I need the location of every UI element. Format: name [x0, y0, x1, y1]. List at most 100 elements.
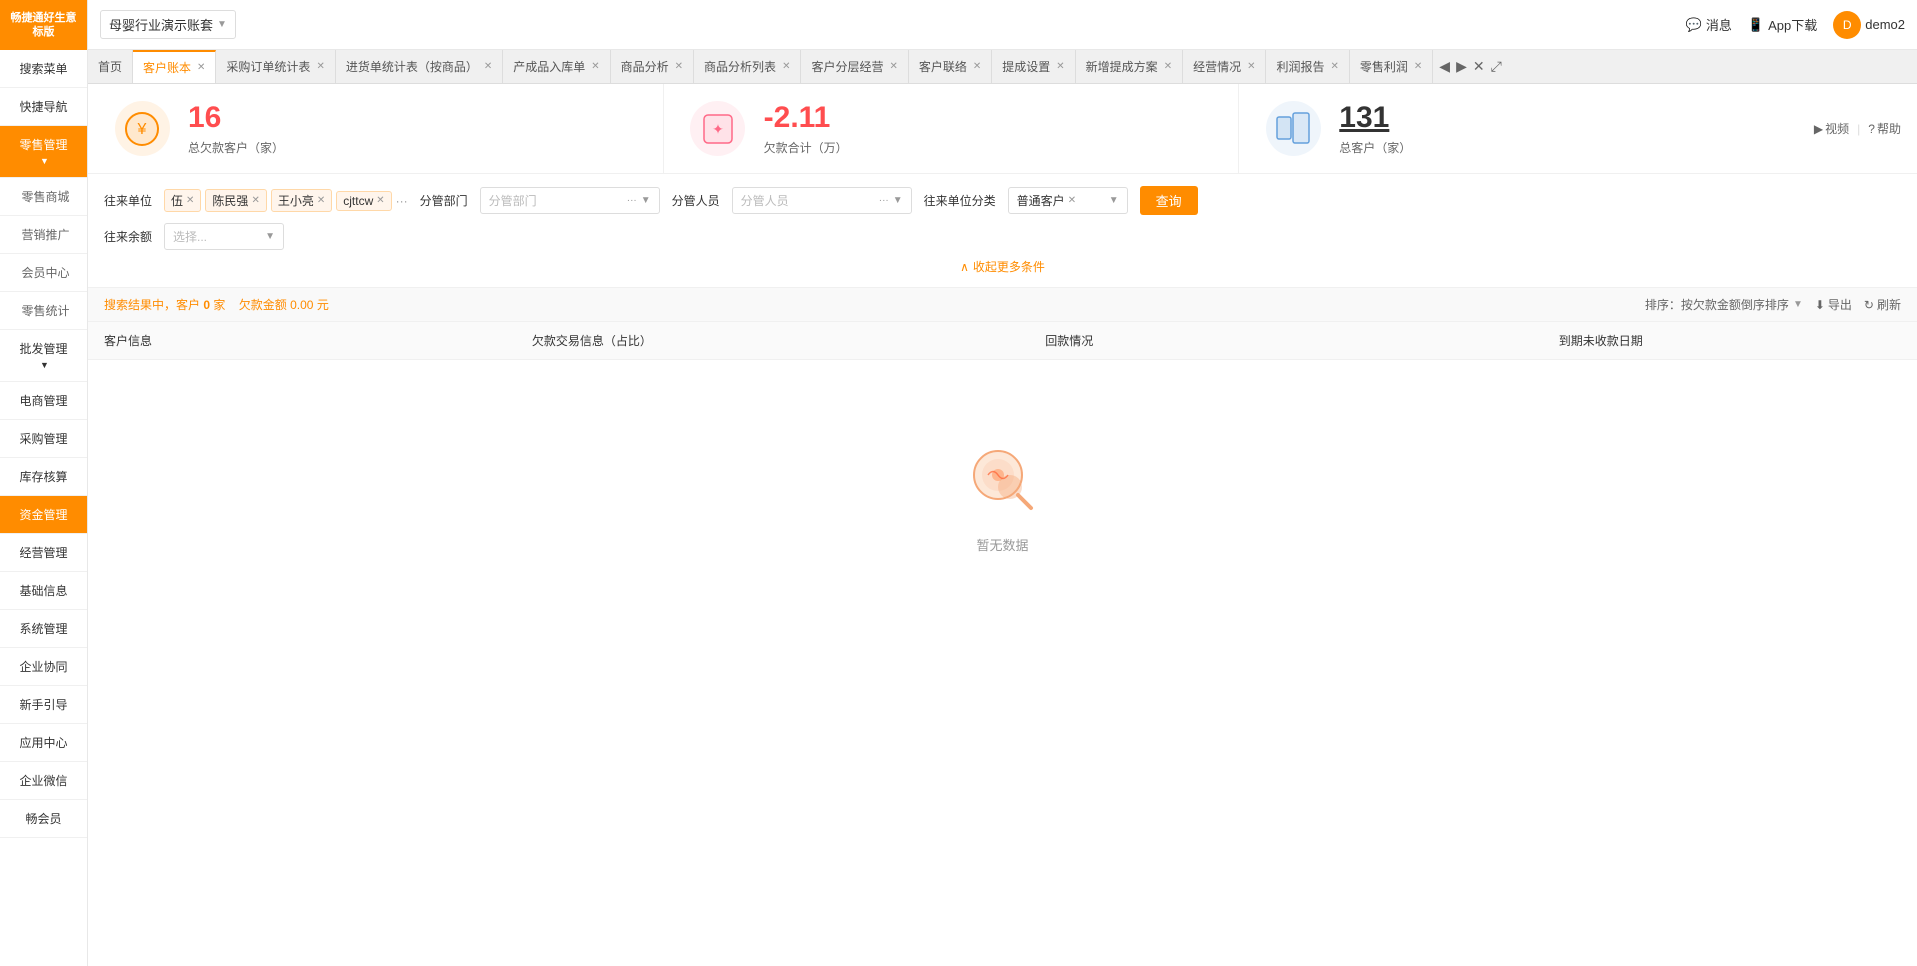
query-button[interactable]: 查询: [1140, 186, 1198, 215]
unit-tag-0-close[interactable]: ✕: [186, 195, 194, 206]
unit-filter-tags: 伍 ✕ 陈民强 ✕ 王小亮 ✕ cjttcw ✕ ···: [164, 189, 408, 212]
balance-label: 往来余额: [104, 228, 152, 245]
sidebar-item-finance[interactable]: 资金管理: [0, 496, 87, 534]
tab-close-product-analysis-list[interactable]: ✕: [782, 61, 790, 72]
sidebar-item-apps[interactable]: 应用中心: [0, 724, 87, 762]
user-profile[interactable]: D demo2: [1833, 11, 1905, 39]
sidebar-item-quick[interactable]: 快捷导航: [0, 88, 87, 126]
tab-profit-report[interactable]: 利润报告 ✕: [1266, 50, 1349, 84]
unit-tag-3-close[interactable]: ✕: [376, 195, 384, 206]
sidebar-item-ecommerce[interactable]: 电商管理: [0, 382, 87, 420]
empty-illustration: [963, 440, 1043, 523]
col-header-date: 到期未收款日期: [1559, 332, 1901, 349]
tab-new-tip[interactable]: 新增提成方案 ✕: [1076, 50, 1183, 84]
message-button[interactable]: 💬 消息: [1686, 15, 1732, 34]
tab-close-product-inbound[interactable]: ✕: [591, 61, 599, 72]
person-select[interactable]: 分管人员 ··· ▼: [732, 187, 912, 214]
tab-customer-ledger[interactable]: 客户账本 ✕: [133, 50, 216, 84]
balance-select[interactable]: 选择... ▼: [164, 223, 284, 250]
sort-label: 排序：按欠款金额倒序排序: [1645, 296, 1789, 313]
sidebar-item-guide[interactable]: 新手引导: [0, 686, 87, 724]
unit-tag-3: cjttcw ✕: [336, 191, 391, 211]
tabs-expand-btn[interactable]: ⤢: [1489, 58, 1504, 75]
tab-close-customer-ledger[interactable]: ✕: [197, 62, 205, 73]
header-right: 💬 消息 📱 App下载 D demo2: [1686, 11, 1905, 39]
tab-close-purchase-stats[interactable]: ✕: [316, 61, 324, 72]
tab-close-inbound-stats[interactable]: ✕: [484, 61, 492, 72]
tab-tip-settings[interactable]: 提成设置 ✕: [992, 50, 1075, 84]
tab-home[interactable]: 首页: [88, 50, 133, 84]
app-download-button[interactable]: 📱 App下载: [1748, 15, 1817, 34]
sidebar-item-inventory[interactable]: 库存核算: [0, 458, 87, 496]
tab-product-analysis-list[interactable]: 商品分析列表 ✕: [694, 50, 801, 84]
tab-close-product-analysis[interactable]: ✕: [675, 61, 683, 72]
stat-icon-total: [1263, 99, 1323, 159]
tab-inbound-stats[interactable]: 进货单统计表（按商品） ✕: [336, 50, 503, 84]
sidebar-item-search[interactable]: 搜索菜单: [0, 50, 87, 88]
col-header-payment: 回款情况: [1045, 332, 1558, 349]
tab-customer-ops[interactable]: 客户分层经营 ✕: [801, 50, 908, 84]
sidebar-item-retail[interactable]: 零售管理 ▼: [0, 126, 87, 178]
refresh-button[interactable]: ↻ 刷新: [1864, 296, 1901, 313]
sidebar-item-system[interactable]: 系统管理: [0, 610, 87, 648]
sidebar-item-member[interactable]: 会员中心: [0, 254, 87, 292]
sidebar-item-retail-stats[interactable]: 零售统计: [0, 292, 87, 330]
workspace-selector[interactable]: 母婴行业演示账套 ▼: [100, 10, 236, 39]
sidebar-item-member2[interactable]: 畅会员: [0, 800, 87, 838]
tab-close-customer-ops[interactable]: ✕: [889, 61, 897, 72]
tab-customer-contact[interactable]: 客户联络 ✕: [909, 50, 992, 84]
stat-right-actions: ▶ 视频 | ? 帮助: [1814, 84, 1917, 173]
result-info: 搜索结果中，客户 0 家 欠款金额 0.00 元: [104, 296, 329, 313]
tabs-bar: 首页 客户账本 ✕ 采购订单统计表 ✕ 进货单统计表（按商品） ✕ 产成品入库单…: [88, 50, 1917, 84]
sidebar-item-retail-shop[interactable]: 零售商城: [0, 178, 87, 216]
stat-debt-total: ✦ -2.11 欠款合计（万）: [664, 84, 1240, 173]
debt-customers-label: 总欠款客户（家）: [188, 139, 284, 156]
page-content: ¥ 16 总欠款客户（家） ✦: [88, 84, 1917, 966]
result-bar: 搜索结果中，客户 0 家 欠款金额 0.00 元 排序：按欠款金额倒序排序 ▼ …: [88, 288, 1917, 322]
help-icon: ?: [1868, 122, 1875, 136]
unit-category-select[interactable]: 普通客户 ✕ ▼: [1008, 187, 1128, 214]
sidebar-item-purchase[interactable]: 采购管理: [0, 420, 87, 458]
tab-product-inbound[interactable]: 产成品入库单 ✕: [503, 50, 610, 84]
sidebar-item-basic[interactable]: 基础信息: [0, 572, 87, 610]
unit-tag-2-close[interactable]: ✕: [317, 195, 325, 206]
collapse-icon: ∧: [960, 260, 969, 274]
dept-select[interactable]: 分管部门 ··· ▼: [480, 187, 660, 214]
stat-text-debt: -2.11 欠款合计（万）: [764, 101, 848, 156]
sidebar: 畅捷通好生意 标版 搜索菜单 快捷导航 零售管理 ▼ 零售商城 营销推广 会员中…: [0, 0, 88, 966]
top-header: 母婴行业演示账套 ▼ 💬 消息 📱 App下载 D demo2: [88, 0, 1917, 50]
tab-purchase-stats[interactable]: 采购订单统计表 ✕: [216, 50, 335, 84]
tab-retail-profit[interactable]: 零售利润 ✕: [1350, 50, 1433, 84]
sidebar-item-wecom[interactable]: 企业微信: [0, 762, 87, 800]
tab-close-retail-profit[interactable]: ✕: [1414, 61, 1422, 72]
sidebar-item-batch[interactable]: 批发管理 ▼: [0, 330, 87, 382]
workspace-dropdown-icon: ▼: [217, 19, 227, 30]
tab-close-tip-settings[interactable]: ✕: [1056, 61, 1064, 72]
stat-text-customers: 16 总欠款客户（家）: [188, 101, 284, 156]
sidebar-item-marketing[interactable]: 营销推广: [0, 216, 87, 254]
sort-selector[interactable]: 排序：按欠款金额倒序排序 ▼: [1645, 296, 1803, 313]
tab-operations-status[interactable]: 经营情况 ✕: [1183, 50, 1266, 84]
main-area: 母婴行业演示账套 ▼ 💬 消息 📱 App下载 D demo2 首页 客户账本: [88, 0, 1917, 966]
tab-close-customer-contact[interactable]: ✕: [973, 61, 981, 72]
export-button[interactable]: ⬇ 导出: [1815, 296, 1852, 313]
tab-close-new-tip[interactable]: ✕: [1164, 61, 1172, 72]
header-left: 母婴行业演示账套 ▼: [100, 10, 236, 39]
unit-tags-more[interactable]: ···: [396, 194, 408, 208]
video-icon: ▶: [1814, 122, 1823, 136]
unit-category-tag-close[interactable]: ✕: [1068, 195, 1076, 206]
tabs-navigation: ◀ ▶ ✕ ⤢: [1433, 58, 1508, 75]
collapse-more-btn[interactable]: ∧ 收起更多条件: [104, 258, 1901, 275]
help-link[interactable]: ? 帮助: [1868, 120, 1901, 137]
tabs-prev-btn[interactable]: ◀: [1437, 58, 1452, 75]
tabs-next-btn[interactable]: ▶: [1454, 58, 1469, 75]
tabs-close-all-btn[interactable]: ✕: [1471, 58, 1487, 75]
sidebar-item-operations[interactable]: 经营管理: [0, 534, 87, 572]
tab-close-profit-report[interactable]: ✕: [1331, 61, 1339, 72]
tab-product-analysis[interactable]: 商品分析 ✕: [611, 50, 694, 84]
tab-close-operations-status[interactable]: ✕: [1247, 61, 1255, 72]
sidebar-item-enterprise[interactable]: 企业协同: [0, 648, 87, 686]
video-link[interactable]: ▶ 视频: [1814, 120, 1849, 137]
dept-select-more: ···: [627, 195, 637, 206]
unit-tag-1-close[interactable]: ✕: [251, 195, 259, 206]
